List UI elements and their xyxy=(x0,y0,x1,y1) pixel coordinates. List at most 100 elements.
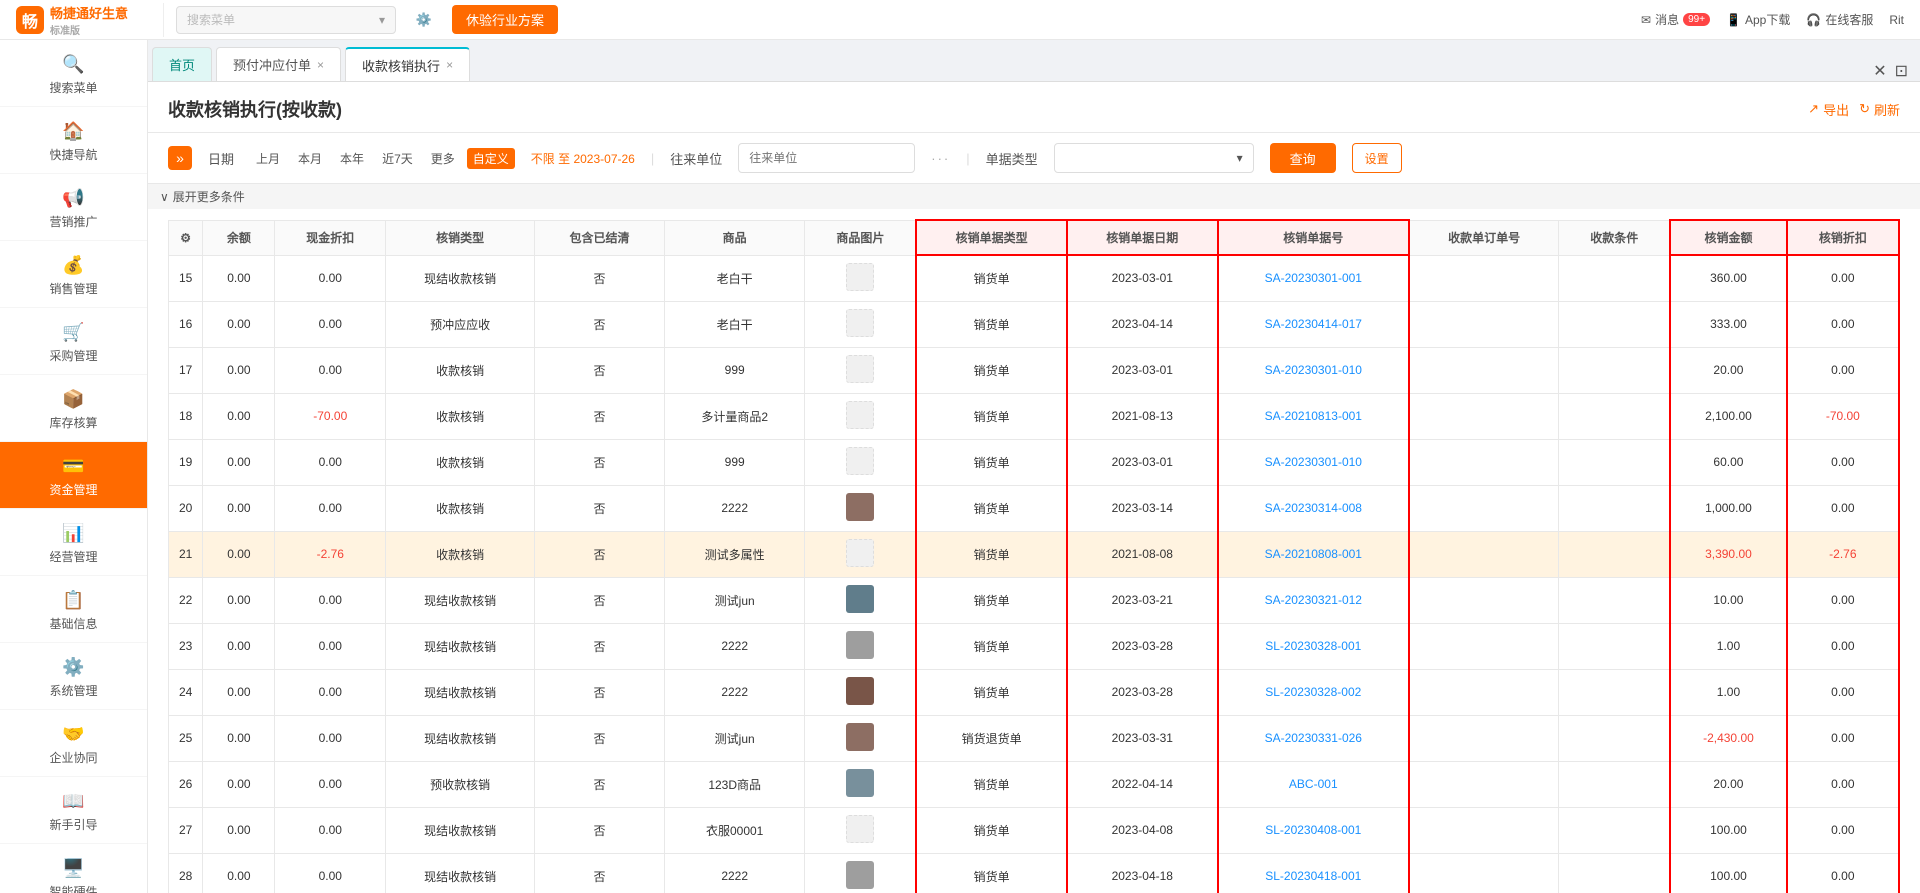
table-row[interactable]: 16 0.00 0.00 预冲应应收 否 老白干 销货单 2023-04-14 … xyxy=(169,301,1900,347)
cell-include-settled: 否 xyxy=(535,577,665,623)
table-row[interactable]: 17 0.00 0.00 收款核销 否 999 销货单 2023-03-01 S… xyxy=(169,347,1900,393)
sidebar-item-purchase[interactable]: 🛒 采购管理 xyxy=(0,308,147,375)
cell-bill-report-no[interactable]: SL-20230408-001 xyxy=(1218,807,1409,853)
table-row[interactable]: 26 0.00 0.00 预收款核销 否 123D商品 销货单 2022-04-… xyxy=(169,761,1900,807)
counterparty-input[interactable] xyxy=(738,143,915,173)
table-row[interactable]: 18 0.00 -70.00 收款核销 否 多计量商品2 销货单 2021-08… xyxy=(169,393,1900,439)
cell-bill-report-no[interactable]: SA-20210813-001 xyxy=(1218,393,1409,439)
sidebar-item-hardware[interactable]: 🖥️ 智能硬件 xyxy=(0,844,147,893)
cell-bill-report-no[interactable]: SA-20230301-001 xyxy=(1218,255,1409,301)
online-service-btn[interactable]: 🎧 在线客服 xyxy=(1806,11,1873,28)
bill-no-link[interactable]: ABC-001 xyxy=(1289,777,1338,791)
sidebar-item-operation[interactable]: 📊 经营管理 xyxy=(0,509,147,576)
message-btn[interactable]: ✉ 消息 99+ xyxy=(1641,11,1710,28)
sidebar-item-system[interactable]: ⚙️ 系统管理 xyxy=(0,643,147,710)
cell-write-off-discount: 0.00 xyxy=(1787,715,1899,761)
bill-no-link[interactable]: SA-20210813-001 xyxy=(1265,409,1362,423)
date-btn-this-month[interactable]: 本月 xyxy=(292,148,328,169)
cell-bill-report-no[interactable]: SA-20230331-026 xyxy=(1218,715,1409,761)
bill-no-link[interactable]: SA-20210808-001 xyxy=(1265,547,1362,561)
table-row[interactable]: 23 0.00 0.00 现结收款核销 否 2222 销货单 2023-03-2… xyxy=(169,623,1900,669)
sidebar-item-guide[interactable]: 📖 新手引导 xyxy=(0,777,147,844)
tab-prepay[interactable]: 预付冲应付单 × xyxy=(216,47,341,81)
industry-btn[interactable]: 休验行业方案 xyxy=(452,5,558,34)
table-row[interactable]: 21 0.00 -2.76 收款核销 否 测试多属性 销货单 2021-08-0… xyxy=(169,531,1900,577)
tab-collection[interactable]: 收款核销执行 × xyxy=(345,47,470,81)
cell-bill-report-no[interactable]: SL-20230328-002 xyxy=(1218,669,1409,715)
tab-close-all-btn[interactable]: ✕ xyxy=(1873,61,1886,81)
cell-bill-report-date: 2023-03-01 xyxy=(1067,439,1218,485)
export-btn[interactable]: ↗ 导出 xyxy=(1808,100,1849,119)
sidebar-item-quicknav[interactable]: 🏠 快捷导航 xyxy=(0,107,147,174)
tab-collection-close[interactable]: × xyxy=(446,58,453,72)
cell-write-off-discount: 0.00 xyxy=(1787,853,1899,893)
date-btn-more[interactable]: 更多 xyxy=(425,148,461,169)
bill-no-link[interactable]: SL-20230328-002 xyxy=(1265,685,1361,699)
user-avatar[interactable]: Rit xyxy=(1889,13,1904,27)
table-row[interactable]: 24 0.00 0.00 现结收款核销 否 2222 销货单 2023-03-2… xyxy=(169,669,1900,715)
table-row[interactable]: 25 0.00 0.00 现结收款核销 否 测试jun 销货退货单 2023-0… xyxy=(169,715,1900,761)
cell-bill-report-no[interactable]: SA-20210808-001 xyxy=(1218,531,1409,577)
bill-no-link[interactable]: SL-20230418-001 xyxy=(1265,869,1361,883)
sidebar-item-search[interactable]: 🔍 搜索菜单 xyxy=(0,40,147,107)
bill-no-link[interactable]: SA-20230301-001 xyxy=(1265,271,1362,285)
cell-product-img xyxy=(805,439,916,485)
bill-no-link[interactable]: SA-20230321-012 xyxy=(1265,593,1362,607)
expand-conditions-btn[interactable]: ∨ 展开更多条件 xyxy=(148,184,1920,209)
bill-no-link[interactable]: SA-20230301-010 xyxy=(1265,363,1362,377)
table-row[interactable]: 22 0.00 0.00 现结收款核销 否 测试jun 销货单 2023-03-… xyxy=(169,577,1900,623)
date-btn-last-month[interactable]: 上月 xyxy=(250,148,286,169)
settings-icon[interactable]: ⚙️ xyxy=(408,4,440,36)
table-row[interactable]: 28 0.00 0.00 现结收款核销 否 2222 销货单 2023-04-1… xyxy=(169,853,1900,893)
cell-bill-report-no[interactable]: SA-20230301-010 xyxy=(1218,439,1409,485)
cell-bill-report-type: 销货单 xyxy=(916,347,1067,393)
content-area: 首页 预付冲应付单 × 收款核销执行 × ✕ ⊡ 收款核销执行(按收款) xyxy=(148,40,1920,893)
sidebar-item-sales[interactable]: 💰 销售管理 xyxy=(0,241,147,308)
sidebar-item-marketing[interactable]: 📢 营销推广 xyxy=(0,174,147,241)
sidebar-item-capital[interactable]: 💳 资金管理 xyxy=(0,442,147,509)
cell-write-off-type: 现结收款核销 xyxy=(386,623,535,669)
date-btn-7days[interactable]: 近7天 xyxy=(376,148,419,169)
bill-no-link[interactable]: SL-20230328-001 xyxy=(1265,639,1361,653)
cell-bill-report-no[interactable]: ABC-001 xyxy=(1218,761,1409,807)
date-btn-this-year[interactable]: 本年 xyxy=(334,148,370,169)
cell-bill-report-no[interactable]: SA-20230314-008 xyxy=(1218,485,1409,531)
table-row[interactable]: 20 0.00 0.00 收款核销 否 2222 销货单 2023-03-14 … xyxy=(169,485,1900,531)
cell-bill-report-no[interactable]: SL-20230328-001 xyxy=(1218,623,1409,669)
bill-no-link[interactable]: SA-20230301-010 xyxy=(1265,455,1362,469)
bill-type-select[interactable]: ▾ xyxy=(1054,143,1254,173)
filter-divider-2: | xyxy=(966,151,969,166)
table-scroll-area[interactable]: ⚙ 余额 现金折扣 核销类型 包含已结清 商品 商品图片 核销单据类型 核销单据… xyxy=(168,219,1900,893)
sidebar-item-enterprise[interactable]: 🤝 企业协同 xyxy=(0,710,147,777)
table-row[interactable]: 15 0.00 0.00 现结收款核销 否 老白干 销货单 2023-03-01… xyxy=(169,255,1900,301)
sidebar-item-inventory[interactable]: 📦 库存核算 xyxy=(0,375,147,442)
col-header-bill-report-no: 核销单据号 xyxy=(1218,220,1409,255)
refresh-btn[interactable]: ↻ 刷新 xyxy=(1859,100,1900,119)
app-download-btn[interactable]: 📱 App下载 xyxy=(1726,11,1790,28)
filter-settings-btn[interactable]: 设置 xyxy=(1352,143,1402,173)
sidebar-item-label: 新手引导 xyxy=(49,816,97,833)
bill-no-link[interactable]: SA-20230314-008 xyxy=(1265,501,1362,515)
cell-cash-discount: 0.00 xyxy=(275,761,386,807)
sidebar-item-basic[interactable]: 📋 基础信息 xyxy=(0,576,147,643)
cell-bill-report-no[interactable]: SA-20230301-010 xyxy=(1218,347,1409,393)
query-btn[interactable]: 查询 xyxy=(1270,143,1336,173)
cell-include-settled: 否 xyxy=(535,531,665,577)
bill-no-link[interactable]: SL-20230408-001 xyxy=(1265,823,1361,837)
date-btn-custom[interactable]: 自定义 xyxy=(467,148,515,169)
table-row[interactable]: 19 0.00 0.00 收款核销 否 999 销货单 2023-03-01 S… xyxy=(169,439,1900,485)
bill-no-link[interactable]: SA-20230414-017 xyxy=(1265,317,1362,331)
table-row[interactable]: 27 0.00 0.00 现结收款核销 否 衣服00001 销货单 2023-0… xyxy=(169,807,1900,853)
cell-bill-report-no[interactable]: SL-20230418-001 xyxy=(1218,853,1409,893)
tab-home[interactable]: 首页 xyxy=(152,47,212,81)
bill-no-link[interactable]: SA-20230331-026 xyxy=(1265,731,1362,745)
cell-bill-report-type: 销货单 xyxy=(916,623,1067,669)
filter-expand-btn[interactable]: » xyxy=(168,146,192,170)
cell-bill-report-no[interactable]: SA-20230321-012 xyxy=(1218,577,1409,623)
tab-maximize-btn[interactable]: ⊡ xyxy=(1895,61,1908,81)
tab-prepay-close[interactable]: × xyxy=(317,58,324,72)
col-header-gear[interactable]: ⚙ xyxy=(169,220,203,255)
cell-bill-report-no[interactable]: SA-20230414-017 xyxy=(1218,301,1409,347)
top-search-box[interactable]: 搜索菜单 ▾ xyxy=(176,6,396,34)
date-label: 日期 xyxy=(208,149,234,168)
